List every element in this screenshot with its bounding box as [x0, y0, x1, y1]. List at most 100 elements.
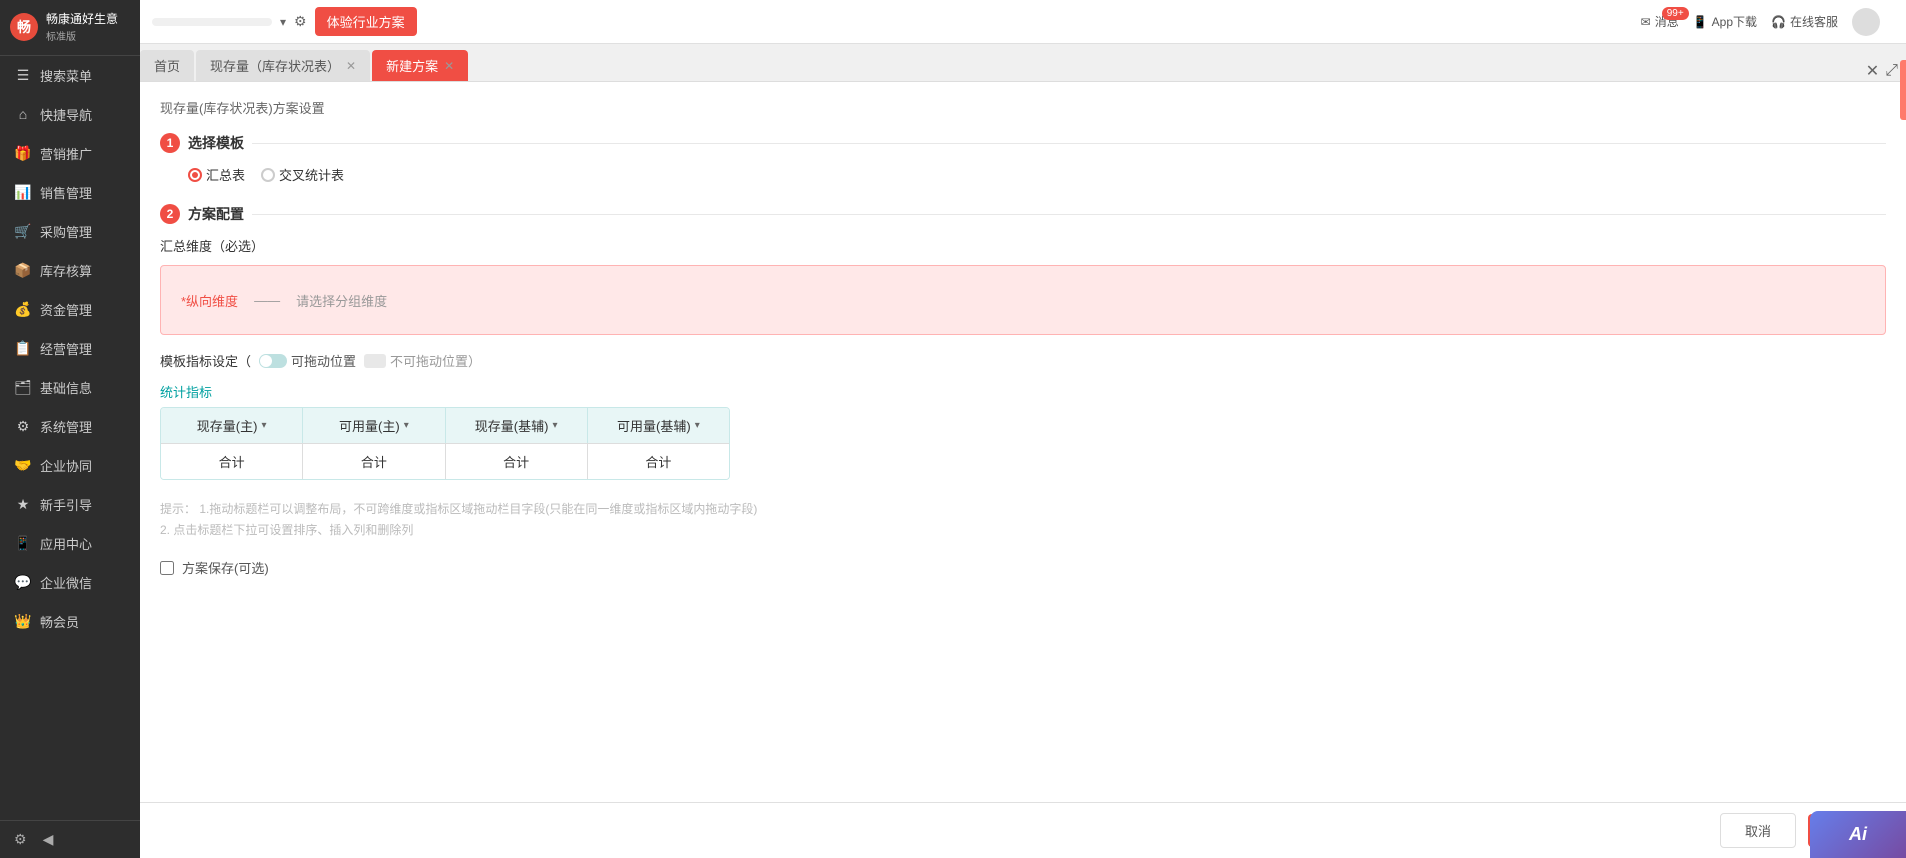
- sidebar-item-label: 系统管理: [40, 417, 92, 436]
- col-1-chevron[interactable]: ▾: [404, 420, 409, 431]
- message-btn[interactable]: ✉ 消息 99+: [1641, 13, 1679, 30]
- col-2-data: 合计: [446, 443, 588, 479]
- stats-section: 统计指标 现存量(主) ▾ 可用量(主) ▾: [160, 382, 1886, 480]
- col-1-header[interactable]: 可用量(主) ▾: [303, 408, 445, 443]
- sidebar-bottom: ⚙ ◀: [0, 820, 140, 858]
- radio-cross-dot: [261, 168, 275, 182]
- col-2-chevron[interactable]: ▾: [552, 420, 557, 431]
- sidebar-scroll: ☰ 搜索菜单 ⌂ 快捷导航 🎁 营销推广 📊 销售管理 🛒 采购管理 📦 库存核…: [0, 56, 140, 820]
- sidebar-item-label: 快捷导航: [40, 105, 92, 124]
- dimension-area[interactable]: *纵向维度 —— 请选择分组维度: [160, 265, 1886, 335]
- chat-icon: 💬: [14, 573, 32, 591]
- col-1-label: 可用量(主): [339, 416, 400, 435]
- content-area: 现存量(库存状况表)方案设置 1 选择模板 汇总表 交叉统计表: [140, 82, 1906, 802]
- template-options: 汇总表 交叉统计表: [188, 165, 1886, 184]
- home-icon: ⌂: [14, 105, 32, 123]
- stats-data-row: 合计 合计 合计 合计: [161, 443, 729, 479]
- close-panel-btn[interactable]: ✕: [1866, 61, 1879, 81]
- step1-section: 1 选择模板 汇总表 交叉统计表: [160, 133, 1886, 184]
- radio-summary-dot: [188, 168, 202, 182]
- resize-handle[interactable]: [1900, 60, 1906, 120]
- metrics-toggle-row: 模板指标设定（ 可拖动位置 不可拖动位置）: [160, 351, 1886, 370]
- sidebar-item-system[interactable]: ⚙ 系统管理: [0, 407, 140, 446]
- sidebar-item-label: 应用中心: [40, 534, 92, 553]
- stats-header-row: 现存量(主) ▾ 可用量(主) ▾ 现存量(基辅): [161, 408, 729, 443]
- cancel-button[interactable]: 取消: [1720, 813, 1796, 848]
- step2-header: 2 方案配置: [160, 204, 1886, 224]
- col-0-chevron[interactable]: ▾: [261, 420, 266, 431]
- step1-num: 1: [160, 133, 180, 153]
- plan-config: 汇总维度（必选） *纵向维度 —— 请选择分组维度 模板指标设定（ 可拖动位置: [160, 236, 1886, 538]
- logo-text: 畅康通好生意 标准版: [46, 12, 118, 43]
- col-3-header[interactable]: 可用量(基辅) ▾: [588, 408, 729, 443]
- radio-cross[interactable]: 交叉统计表: [261, 165, 344, 184]
- cart-icon: 🛒: [14, 222, 32, 240]
- search-menu-icon: ☰: [14, 66, 32, 84]
- footer-bar: 取消 查询: [140, 802, 1906, 858]
- app-logo: 畅 畅康通好生意 标准版: [0, 0, 140, 56]
- col-3-chevron[interactable]: ▾: [695, 420, 700, 431]
- sidebar-item-label: 搜索菜单: [40, 66, 92, 85]
- sidebar-item-label: 库存核算: [40, 261, 92, 280]
- sidebar-item-operations[interactable]: 📋 经营管理: [0, 329, 140, 368]
- sidebar-item-member[interactable]: 👑 畅会员: [0, 602, 140, 641]
- no-drag-label: 不可拖动位置）: [390, 351, 481, 370]
- step2-num: 2: [160, 204, 180, 224]
- sidebar-item-marketing[interactable]: 🎁 营销推广: [0, 134, 140, 173]
- col-0-header[interactable]: 现存量(主) ▾: [161, 408, 303, 443]
- sidebar-item-quick-nav[interactable]: ⌂ 快捷导航: [0, 95, 140, 134]
- collapse-icon[interactable]: ◀: [43, 831, 54, 848]
- sidebar-item-basic-info[interactable]: 🗂 基础信息: [0, 368, 140, 407]
- sidebar-item-inventory[interactable]: 📦 库存核算: [0, 251, 140, 290]
- online-service-btn[interactable]: 🎧 在线客服: [1771, 13, 1838, 30]
- settings-bottom-icon[interactable]: ⚙: [14, 831, 27, 848]
- summary-dim-label: 汇总维度（必选）: [160, 236, 1886, 255]
- sidebar-item-app-center[interactable]: 📱 应用中心: [0, 524, 140, 563]
- user-avatar: [1852, 8, 1880, 36]
- topbar-left: ▾ ⚙ 体验行业方案: [152, 7, 1633, 36]
- message-badge: 99+: [1662, 7, 1689, 20]
- tabs-bar: 首页 现存量（库存状况表） ✕ 新建方案 ✕ ✕ ⤢: [140, 44, 1906, 82]
- money-icon: 💰: [14, 300, 32, 318]
- draggable-toggle[interactable]: 可拖动位置: [259, 351, 356, 370]
- sidebar-item-sales[interactable]: 📊 销售管理: [0, 173, 140, 212]
- col-3-data: 合计: [588, 443, 729, 479]
- metrics-label: 模板指标设定（: [160, 351, 251, 370]
- crown-icon: 👑: [14, 612, 32, 630]
- chart-icon: 📊: [14, 183, 32, 201]
- step2-label: 方案配置: [188, 204, 244, 224]
- tab-home[interactable]: 首页: [140, 50, 194, 81]
- sidebar-item-cooperation[interactable]: 🤝 企业协同: [0, 446, 140, 485]
- col-2-header[interactable]: 现存量(基辅) ▾: [446, 408, 588, 443]
- tab-new-plan[interactable]: 新建方案 ✕: [372, 50, 468, 81]
- trial-btn[interactable]: 体验行业方案: [315, 7, 417, 36]
- tip-1: 提示： 1.拖动标题栏可以调整布局，不可跨维度或指标区域拖动栏目字段(只能在同一…: [160, 500, 1886, 517]
- phone-icon: 📱: [1693, 15, 1708, 29]
- save-checkbox[interactable]: [160, 561, 174, 575]
- sidebar-item-new-guide[interactable]: ★ 新手引导: [0, 485, 140, 524]
- tab-inventory-close[interactable]: ✕: [346, 59, 356, 73]
- tip-1-text: 1.拖动标题栏可以调整布局，不可跨维度或指标区域拖动栏目字段(只能在同一维度或指…: [199, 502, 757, 516]
- sidebar-item-label: 企业微信: [40, 573, 92, 592]
- sidebar-item-label: 资金管理: [40, 300, 92, 319]
- gear-icon: ⚙: [14, 417, 32, 435]
- ai-button[interactable]: Ai: [1810, 811, 1906, 858]
- sidebar-item-purchase[interactable]: 🛒 采购管理: [0, 212, 140, 251]
- tab-new-plan-close[interactable]: ✕: [444, 59, 454, 73]
- no-drag-indicator: [364, 354, 386, 368]
- sidebar-item-label: 销售管理: [40, 183, 92, 202]
- sidebar-item-search-menu[interactable]: ☰ 搜索菜单: [0, 56, 140, 95]
- sidebar-item-wechat[interactable]: 💬 企业微信: [0, 563, 140, 602]
- tips-area: 提示： 1.拖动标题栏可以调整布局，不可跨维度或指标区域拖动栏目字段(只能在同一…: [160, 500, 1886, 538]
- expand-panel-btn[interactable]: ⤢: [1885, 62, 1898, 80]
- tab-inventory[interactable]: 现存量（库存状况表） ✕: [196, 50, 370, 81]
- sidebar-item-label: 采购管理: [40, 222, 92, 241]
- sidebar: 畅 畅康通好生意 标准版 ☰ 搜索菜单 ⌂ 快捷导航 🎁 营销推广 📊 销售管理…: [0, 0, 140, 858]
- tab-home-label: 首页: [154, 56, 180, 75]
- topbar-gear-icon[interactable]: ⚙: [294, 13, 307, 30]
- app-download-btn[interactable]: 📱 App下载: [1693, 13, 1757, 30]
- sidebar-item-finance[interactable]: 💰 资金管理: [0, 290, 140, 329]
- radio-summary[interactable]: 汇总表: [188, 165, 245, 184]
- tip-prefix: 提示：: [160, 502, 196, 516]
- search-dropdown-icon[interactable]: ▾: [280, 15, 286, 29]
